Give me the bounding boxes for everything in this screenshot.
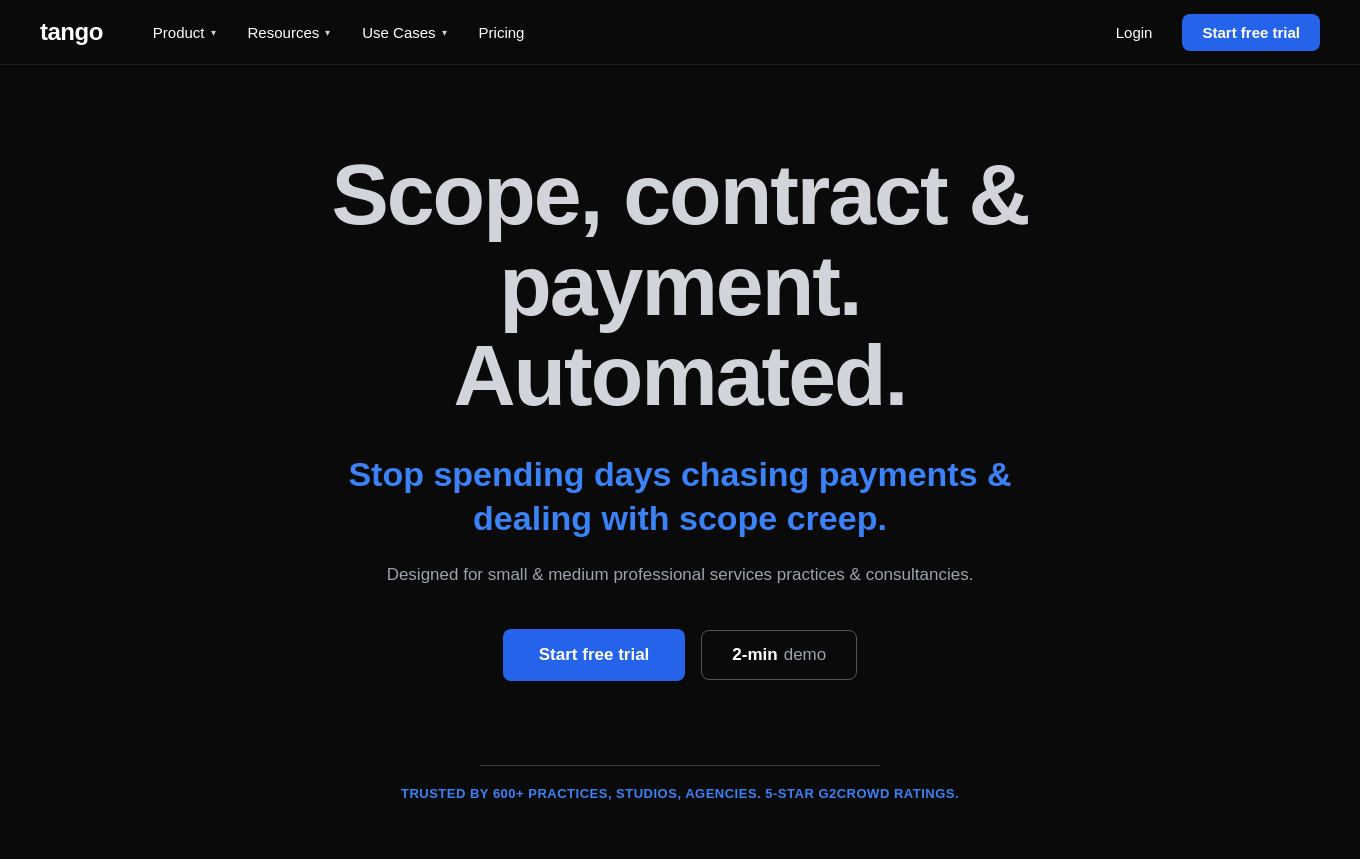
nav-item-product-label: Product [153, 24, 205, 41]
chevron-down-icon: ▾ [442, 27, 447, 38]
chevron-down-icon: ▾ [211, 27, 216, 38]
hero-subheadline-line2: dealing with scope creep. [473, 499, 887, 537]
nav-item-pricing-label: Pricing [479, 24, 525, 41]
hero-demo-button[interactable]: 2-min demo [701, 630, 857, 680]
trust-divider [480, 765, 880, 766]
hero-start-trial-button[interactable]: Start free trial [503, 629, 686, 681]
brand-name: tango [40, 18, 103, 46]
hero-section: Scope, contract & payment. Automated. St… [0, 65, 1360, 745]
trust-bar: TRUSTED BY 600+ PRACTICES, STUDIOS, AGEN… [0, 745, 1360, 831]
demo-min: 2-min [732, 645, 777, 665]
nav-item-use-cases[interactable]: Use Cases ▾ [348, 16, 460, 49]
hero-description: Designed for small & medium professional… [387, 565, 974, 585]
nav-links: Product ▾ Resources ▾ Use Cases ▾ Pricin… [139, 16, 539, 49]
nav-right: Login Start free trial [1102, 14, 1320, 51]
hero-headline-line2: payment. [499, 237, 861, 333]
hero-headline-line3: Automated. [453, 327, 906, 423]
nav-start-trial-button[interactable]: Start free trial [1182, 14, 1320, 51]
logo[interactable]: tango [40, 18, 103, 46]
chevron-down-icon: ▾ [325, 27, 330, 38]
hero-subheadline: Stop spending days chasing payments & de… [348, 452, 1011, 540]
trust-text-highlight: 5-STAR G2CROWD RATINGS. [765, 786, 959, 801]
navbar: tango Product ▾ Resources ▾ Use Cases ▾ … [0, 0, 1360, 65]
nav-item-resources-label: Resources [248, 24, 320, 41]
hero-subheadline-line1: Stop spending days chasing payments & [348, 455, 1011, 493]
hero-headline: Scope, contract & payment. Automated. [331, 149, 1028, 420]
nav-item-resources[interactable]: Resources ▾ [234, 16, 345, 49]
nav-left: tango Product ▾ Resources ▾ Use Cases ▾ … [40, 16, 538, 49]
login-button[interactable]: Login [1102, 16, 1167, 49]
nav-item-pricing[interactable]: Pricing [465, 16, 539, 49]
hero-buttons: Start free trial 2-min demo [503, 629, 857, 681]
demo-label: demo [784, 645, 827, 665]
trust-text-plain: TRUSTED BY 600+ PRACTICES, STUDIOS, AGEN… [401, 786, 761, 801]
hero-headline-line1: Scope, contract & [331, 146, 1028, 242]
nav-item-use-cases-label: Use Cases [362, 24, 435, 41]
trust-text: TRUSTED BY 600+ PRACTICES, STUDIOS, AGEN… [401, 786, 959, 801]
nav-item-product[interactable]: Product ▾ [139, 16, 230, 49]
